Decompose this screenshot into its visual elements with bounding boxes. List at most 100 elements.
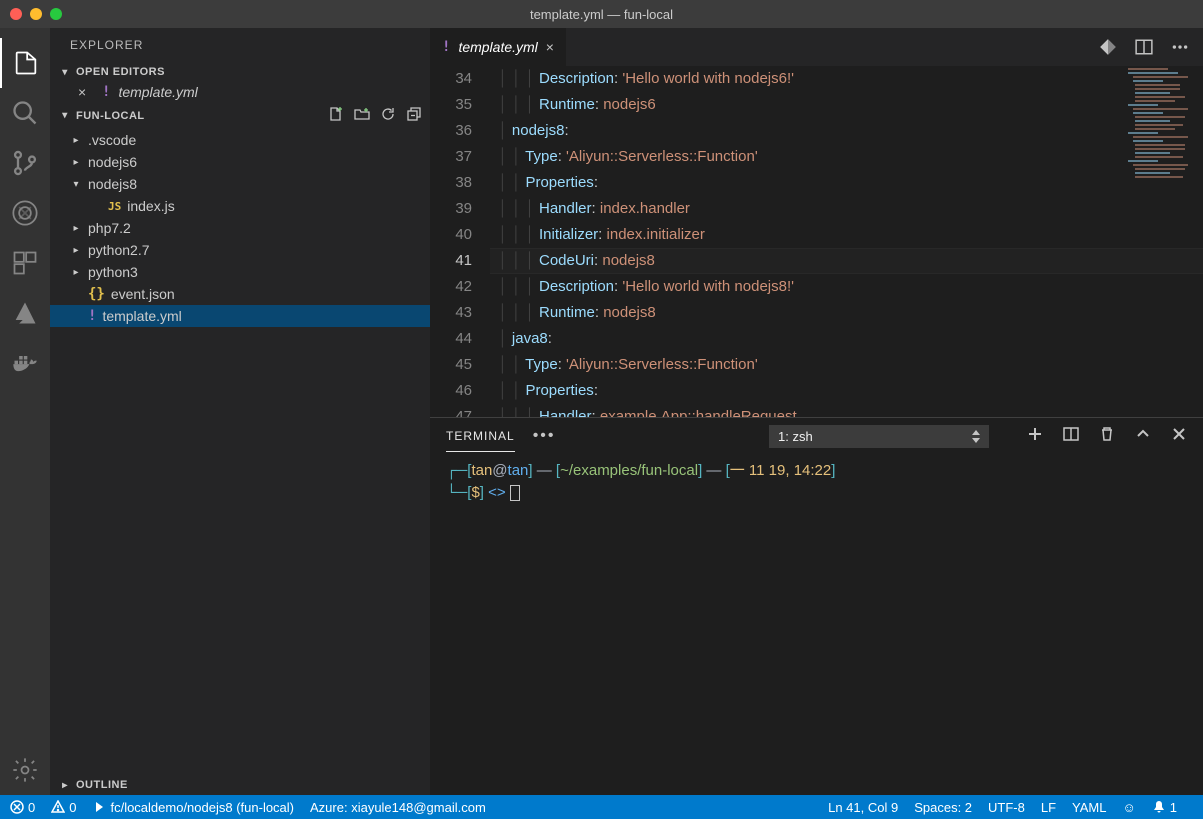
close-icon[interactable]: × (78, 84, 94, 100)
window-maximize-button[interactable] (50, 8, 62, 20)
new-terminal-icon[interactable] (1027, 426, 1043, 447)
folder-name: nodejs6 (88, 154, 137, 170)
chevron-right-icon: ▸ (70, 223, 82, 234)
terminal-selector[interactable]: 1: zsh (769, 425, 989, 448)
code-editor[interactable]: 3435363738394041424344454647 │ │ │ Descr… (430, 66, 1203, 417)
file-name: template.yml (102, 308, 181, 324)
window-close-button[interactable] (10, 8, 22, 20)
window-minimize-button[interactable] (30, 8, 42, 20)
gutter: 3435363738394041424344454647 (430, 66, 490, 417)
tree-folder[interactable]: ▸ python2.7 (50, 239, 430, 261)
folder-name: python2.7 (88, 242, 150, 258)
chevron-right-icon: ▸ (70, 245, 82, 256)
chevron-right-icon: ▸ (58, 780, 72, 791)
maximize-terminal-icon[interactable] (1135, 426, 1151, 447)
status-encoding[interactable]: UTF-8 (988, 800, 1025, 815)
status-feedback[interactable]: ☺ (1122, 800, 1135, 815)
status-azure[interactable]: Azure: xiayule148@gmail.com (310, 800, 486, 815)
activity-explorer[interactable] (0, 38, 50, 88)
file-name: template.yml (118, 84, 197, 100)
split-editor-icon[interactable] (1135, 38, 1153, 56)
folder-name: nodejs8 (88, 176, 137, 192)
activity-azure[interactable] (0, 288, 50, 338)
tree-file[interactable]: JS index.js (50, 195, 430, 217)
tree-folder[interactable]: ▸ python3 (50, 261, 430, 283)
chevron-right-icon: ▸ (70, 157, 82, 168)
refresh-icon[interactable] (380, 106, 396, 125)
code-content[interactable]: │ │ │ Description: 'Hello world with nod… (490, 66, 1203, 417)
titlebar: template.yml — fun-local (0, 0, 1203, 28)
status-context[interactable]: fc/localdemo/nodejs8 (fun-local) (92, 800, 294, 815)
activity-search[interactable] (0, 88, 50, 138)
file-name: event.json (111, 286, 175, 302)
more-actions-icon[interactable] (1171, 38, 1189, 56)
folder-name: php7.2 (88, 220, 131, 236)
status-warnings[interactable]: 0 (51, 800, 76, 815)
outline-label: OUTLINE (76, 779, 128, 791)
file-tree: ▸ .vscode ▸ nodejs6 ▾ nodejs8 JS index.js ▸ php7.… (50, 129, 430, 327)
tree-folder[interactable]: ▸ php7.2 (50, 217, 430, 239)
chevron-down-icon: ▾ (58, 67, 72, 78)
close-terminal-icon[interactable] (1171, 426, 1187, 447)
statusbar: 0 0 fc/localdemo/nodejs8 (fun-local) Azu… (0, 795, 1203, 819)
status-spaces[interactable]: Spaces: 2 (914, 800, 972, 815)
status-eol[interactable]: LF (1041, 800, 1056, 815)
open-editors-label: OPEN EDITORS (76, 66, 165, 78)
open-editors-list: ×! template.yml (50, 82, 430, 102)
status-notifications[interactable]: 1 (1152, 800, 1177, 815)
project-header[interactable]: ▾ FUN-LOCAL (50, 102, 430, 129)
window-controls (0, 8, 62, 20)
file-icon: ! (102, 84, 110, 100)
status-errors[interactable]: 0 (10, 800, 35, 815)
chevron-right-icon: ▸ (70, 267, 82, 278)
file-icon: JS (108, 200, 121, 213)
activity-source-control[interactable] (0, 138, 50, 188)
tab-bar: ! template.yml × (430, 28, 1203, 66)
tree-folder[interactable]: ▸ .vscode (50, 129, 430, 151)
terminal-header: TERMINAL ••• 1: zsh (430, 418, 1203, 454)
terminal-tab[interactable]: TERMINAL (446, 421, 515, 452)
open-editors-header[interactable]: ▾ OPEN EDITORS (50, 62, 430, 82)
status-lang[interactable]: YAML (1072, 800, 1106, 815)
folder-name: .vscode (88, 132, 136, 148)
tree-folder[interactable]: ▸ nodejs6 (50, 151, 430, 173)
activity-settings[interactable] (0, 745, 50, 795)
outline-header[interactable]: ▸ OUTLINE (50, 775, 430, 795)
terminal-panel: TERMINAL ••• 1: zsh ┌─[tan@tan] — [~/exa… (430, 417, 1203, 795)
open-editor-item[interactable]: ×! template.yml (50, 82, 430, 102)
close-tab-icon[interactable]: × (546, 39, 554, 55)
kill-terminal-icon[interactable] (1099, 426, 1115, 447)
activity-docker[interactable] (0, 338, 50, 388)
tree-file[interactable]: {} event.json (50, 283, 430, 305)
folder-name: python3 (88, 264, 138, 280)
tree-file[interactable]: ! template.yml (50, 305, 430, 327)
sidebar-title: EXPLORER (50, 28, 430, 62)
terminal-cursor (510, 485, 520, 501)
sidebar-explorer: EXPLORER ▾ OPEN EDITORS ×! template.yml ▾… (50, 28, 430, 795)
activity-extensions[interactable] (0, 238, 50, 288)
new-folder-icon[interactable] (354, 106, 370, 125)
minimap[interactable] (1123, 66, 1203, 216)
project-label: FUN-LOCAL (76, 110, 145, 122)
editor-area: ! template.yml × 3435363738394041424344454… (430, 28, 1203, 795)
chevron-right-icon: ▸ (70, 135, 82, 146)
file-icon: {} (88, 286, 105, 302)
window-title: template.yml — fun-local (530, 7, 673, 22)
tab-label: template.yml (458, 39, 537, 55)
split-terminal-icon[interactable] (1063, 426, 1079, 447)
chevron-down-icon: ▾ (58, 110, 72, 121)
file-icon: ! (88, 308, 96, 324)
tree-folder[interactable]: ▾ nodejs8 (50, 173, 430, 195)
editor-tab[interactable]: ! template.yml × (430, 28, 567, 66)
compare-icon[interactable] (1099, 38, 1117, 56)
activity-bar (0, 28, 50, 795)
chevron-down-icon: ▾ (70, 179, 82, 190)
collapse-all-icon[interactable] (406, 106, 422, 125)
new-file-icon[interactable] (328, 106, 344, 125)
activity-debug[interactable] (0, 188, 50, 238)
terminal-more-icon[interactable]: ••• (533, 427, 556, 445)
terminal-body[interactable]: ┌─[tan@tan] — [~/examples/fun-local] — [… (430, 454, 1203, 795)
file-name: index.js (127, 198, 174, 214)
file-icon: ! (442, 39, 450, 55)
status-position[interactable]: Ln 41, Col 9 (828, 800, 898, 815)
